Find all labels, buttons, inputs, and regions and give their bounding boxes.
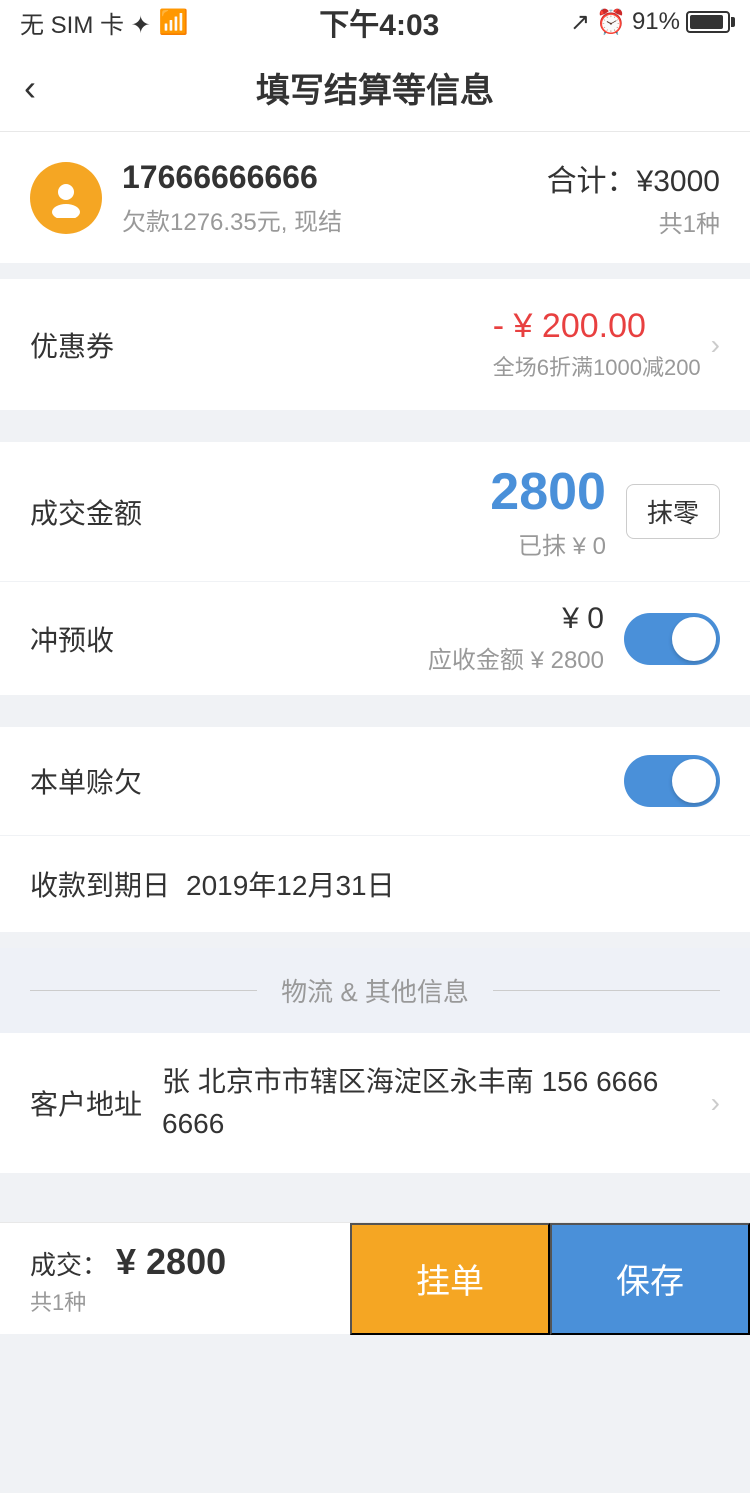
coupon-label: 优惠券 xyxy=(30,325,114,365)
page-title: 填写结算等信息 xyxy=(256,63,494,112)
bottom-summary-label: 成交： xyxy=(30,1245,108,1282)
arrears-label: 本单赊欠 xyxy=(30,761,142,801)
prepaid-amount-block: ¥ 0 应收金额 ¥ 2800 xyxy=(428,602,604,675)
prepaid-amount: ¥ 0 xyxy=(428,602,604,636)
hang-order-button[interactable]: 挂单 xyxy=(350,1223,550,1335)
transaction-label: 成交金额 xyxy=(30,492,142,532)
already-rounded: 已抹 ¥ 0 xyxy=(490,526,606,561)
section-divider-1 xyxy=(0,426,750,442)
bottom-summary-amount: ¥ 2800 xyxy=(116,1241,226,1283)
receivable-amount: 应收金额 ¥ 2800 xyxy=(428,640,604,675)
status-time: 下午4:03 xyxy=(319,0,439,44)
alarm-icon: ⏰ xyxy=(596,8,626,37)
section-divider-2 xyxy=(0,695,750,711)
address-row[interactable]: 客户地址 张 北京市市辖区海淀区永丰南 156 6666 6666 › xyxy=(0,1033,750,1173)
transaction-amount: 2800 xyxy=(490,462,606,522)
coupon-row[interactable]: 优惠券 - ¥ 200.00 全场6折满1000减200 › xyxy=(0,279,750,410)
status-bar: 无 SIM 卡 ✦ 📶 下午4:03 ↗ ⏰ 91% xyxy=(0,0,750,44)
due-date-row: 收款到期日 2019年12月31日 xyxy=(0,835,750,932)
direction-icon: ↗ xyxy=(570,8,590,37)
customer-right: 合计：¥3000 共1种 xyxy=(547,156,720,239)
due-date-label: 收款到期日 xyxy=(30,864,170,904)
due-date-value: 2019年12月31日 xyxy=(186,864,395,904)
round-zero-button[interactable]: 抹零 xyxy=(626,484,720,539)
transaction-row: 成交金额 2800 已抹 ¥ 0 抹零 xyxy=(0,442,750,581)
customer-card: 17666666666 欠款1276.35元, 现结 合计：¥3000 共1种 xyxy=(0,132,750,263)
prepaid-right: ¥ 0 应收金额 ¥ 2800 xyxy=(428,602,720,675)
customer-debt: 欠款1276.35元, 现结 xyxy=(122,202,342,237)
save-button[interactable]: 保存 xyxy=(550,1223,750,1335)
logistics-header: 物流 & 其他信息 xyxy=(0,948,750,1033)
bottom-transaction-row: 成交： ¥ 2800 xyxy=(30,1241,320,1283)
bottom-summary-count: 共1种 xyxy=(30,1285,320,1317)
coupon-description: 全场6折满1000减200 xyxy=(493,350,701,382)
address-label: 客户地址 xyxy=(30,1083,142,1123)
address-chevron-icon: › xyxy=(711,1087,720,1119)
logistics-line-left xyxy=(30,990,257,991)
nav-bar: ‹ 填写结算等信息 xyxy=(0,44,750,132)
chevron-right-icon: › xyxy=(711,329,720,361)
bottom-summary: 成交： ¥ 2800 共1种 xyxy=(0,1241,350,1317)
coupon-right: - ¥ 200.00 全场6折满1000减200 › xyxy=(493,307,720,382)
arrears-toggle-knob xyxy=(672,759,716,803)
battery-percent: 91% xyxy=(632,8,680,36)
bottom-bar: 成交： ¥ 2800 共1种 挂单 保存 xyxy=(0,1222,750,1334)
arrears-row: 本单赊欠 xyxy=(0,727,750,835)
sim-text: 无 SIM 卡 ✦ xyxy=(20,5,151,40)
total-count: 共1种 xyxy=(547,204,720,239)
customer-phone: 17666666666 xyxy=(122,159,342,196)
transaction-right: 2800 已抹 ¥ 0 抹零 xyxy=(490,462,720,561)
logistics-title: 物流 & 其他信息 xyxy=(257,972,493,1009)
customer-left: 17666666666 欠款1276.35元, 现结 xyxy=(30,159,342,237)
coupon-discount: - ¥ 200.00 xyxy=(493,307,701,346)
status-left: 无 SIM 卡 ✦ 📶 xyxy=(20,5,189,40)
total-amount: 合计：¥3000 xyxy=(547,156,720,200)
avatar xyxy=(30,162,102,234)
wifi-icon: 📶 xyxy=(159,8,189,37)
prepaid-toggle[interactable] xyxy=(624,613,720,665)
customer-info: 17666666666 欠款1276.35元, 现结 xyxy=(122,159,342,237)
prepaid-row: 冲预收 ¥ 0 应收金额 ¥ 2800 xyxy=(0,581,750,695)
section-divider-3 xyxy=(0,932,750,948)
transaction-amount-block: 2800 已抹 ¥ 0 xyxy=(490,462,606,561)
prepaid-label: 冲预收 xyxy=(30,619,114,659)
battery-icon xyxy=(686,11,730,33)
toggle-knob xyxy=(672,617,716,661)
status-right: ↗ ⏰ 91% xyxy=(570,8,730,37)
arrears-toggle[interactable] xyxy=(624,755,720,807)
address-value: 张 北京市市辖区海淀区永丰南 156 6666 6666 xyxy=(162,1061,691,1145)
logistics-line-right xyxy=(493,990,720,991)
coupon-info: - ¥ 200.00 全场6折满1000减200 xyxy=(493,307,701,382)
battery-fill xyxy=(690,15,723,29)
back-button[interactable]: ‹ xyxy=(24,67,36,109)
